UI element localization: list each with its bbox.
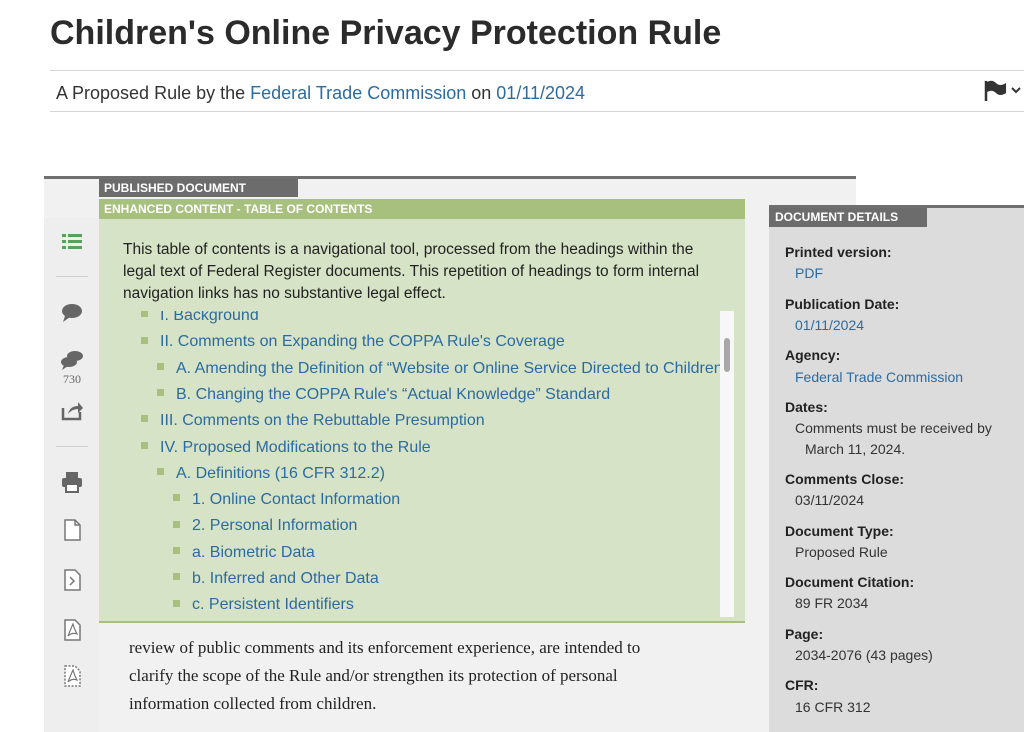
body-line: clarify the scope of the Rule and/or str… — [129, 666, 618, 685]
comments-close-label: Comments Close: — [785, 471, 905, 487]
document-tools-sidebar: 730 — [44, 218, 99, 732]
document-body-text: review of public comments and its enforc… — [129, 634, 709, 718]
document-citation-label: Document Citation: — [785, 574, 915, 590]
toc-item-label: B. Changing the COPPA Rule's “Actual Kno… — [176, 385, 611, 403]
flag-icon[interactable] — [982, 79, 1022, 103]
toc-bullet-icon — [141, 336, 148, 344]
public-comments-icon[interactable] — [60, 348, 84, 372]
toc-bullet-icon — [141, 441, 148, 449]
toc-item[interactable]: II. Comments on Expanding the COPPA Rule… — [141, 333, 565, 351]
published-document-tab[interactable]: PUBLISHED DOCUMENT — [99, 179, 298, 197]
sidebar-divider — [56, 446, 88, 447]
toc-item[interactable]: I. Background — [141, 311, 259, 325]
toc-item[interactable]: A. Amending the Definition of “Website o… — [157, 360, 721, 378]
toc-item-label: 1. Online Contact Information — [192, 491, 401, 509]
toc-bullet-icon — [141, 415, 148, 423]
toc-scrollbar[interactable] — [720, 311, 734, 617]
toc-bullet-icon — [157, 468, 164, 476]
cfr-label: CFR: — [785, 677, 819, 693]
toc-item-label: A. Definitions (16 CFR 312.2) — [176, 464, 385, 482]
table-of-contents-icon[interactable] — [60, 230, 84, 254]
publication-date-value[interactable]: 01/11/2024 — [795, 315, 864, 335]
enhanced-content-header: ENHANCED CONTENT - TABLE OF CONTENTS — [99, 199, 745, 219]
toc-bullet-icon — [157, 389, 164, 397]
pdf-link[interactable]: PDF — [795, 263, 823, 283]
comment-count: 730 — [63, 372, 81, 386]
comment-icon[interactable] — [60, 300, 84, 324]
toc-list[interactable]: I. Background II. Comments on Expanding t… — [99, 311, 721, 617]
subtitle-prefix: A Proposed Rule by the — [56, 83, 246, 103]
share-icon[interactable] — [60, 398, 84, 422]
toc-item[interactable]: III. Comments on the Rebuttable Presumpt… — [141, 412, 485, 430]
toc-bullet-icon — [173, 573, 180, 581]
toc-item[interactable]: a. Biometric Data — [173, 544, 315, 562]
document-type-value: Proposed Rule — [795, 544, 888, 560]
comments-close-value: 03/11/2024 — [795, 492, 865, 508]
toc-bullet-icon — [173, 520, 180, 528]
toc-item-label: I. Background — [160, 311, 259, 324]
toc-scrollbar-thumb[interactable] — [724, 338, 730, 372]
agency-label: Agency: — [785, 347, 841, 363]
toc-item-label: III. Comments on the Rebuttable Presumpt… — [160, 412, 485, 430]
subtitle: A Proposed Rule by the Federal Trade Com… — [56, 83, 585, 104]
printed-version-label: Printed version: — [785, 244, 892, 260]
toc-bullet-icon — [173, 546, 180, 554]
toc-item[interactable]: 2. Personal Information — [173, 517, 357, 535]
dates-value: Comments must be received by — [795, 420, 992, 436]
publication-date-link[interactable]: 01/11/2024 — [496, 83, 585, 103]
pdf-icon[interactable] — [60, 618, 84, 642]
toc-item-label: IV. Proposed Modifications to the Rule — [160, 438, 431, 456]
toc-item-label: 2. Personal Information — [192, 517, 358, 535]
toc-item[interactable]: B. Changing the COPPA Rule's “Actual Kno… — [157, 386, 610, 404]
toc-item-label: A. Amending the Definition of “Website o… — [176, 359, 721, 377]
agency-link[interactable]: Federal Trade Commission — [250, 83, 466, 103]
toc-bullet-icon — [173, 599, 180, 607]
toc-item-label: b. Inferred and Other Data — [192, 570, 379, 587]
toc-item[interactable]: 1. Online Contact Information — [173, 491, 400, 509]
dates-label: Dates: — [785, 399, 828, 415]
document-reader-icon[interactable] — [60, 568, 84, 592]
toc-bullet-icon — [141, 311, 148, 318]
toc-item[interactable]: b. Inferred and Other Data — [173, 570, 379, 588]
toc-bullet-icon — [157, 362, 164, 370]
body-line: review of public comments and its enforc… — [129, 638, 641, 657]
toc-item-label: a. Biometric Data — [192, 543, 315, 561]
print-icon[interactable] — [60, 470, 84, 494]
document-citation-value: 89 FR 2034 — [795, 595, 869, 611]
document-icon[interactable] — [60, 518, 84, 542]
table-of-contents-panel: This table of contents is a navigational… — [99, 219, 745, 623]
toc-disclaimer: This table of contents is a navigational… — [123, 241, 700, 302]
document-details-tab: DOCUMENT DETAILS — [769, 208, 927, 227]
page-label: Page: — [785, 626, 824, 642]
toc-item[interactable]: c. Persistent Identifiers — [173, 596, 354, 614]
dates-value: March 11, 2024. — [805, 441, 906, 457]
toc-item-label: c. Persistent Identifiers — [192, 596, 354, 614]
toc-bullet-icon — [173, 494, 180, 502]
document-type-label: Document Type: — [785, 523, 894, 539]
public-inspection-pdf-icon[interactable] — [60, 664, 84, 688]
agency-value-link[interactable]: Federal Trade Commission — [795, 367, 963, 387]
cfr-value: 16 CFR 312 — [795, 699, 871, 715]
body-line: information collected from children. — [129, 694, 377, 713]
sidebar-divider — [56, 276, 88, 277]
publication-date-label: Publication Date: — [785, 296, 900, 312]
toc-item-label: II. Comments on Expanding the COPPA Rule… — [160, 333, 565, 351]
toc-item[interactable]: A. Definitions (16 CFR 312.2) — [157, 465, 385, 483]
subtitle-bar: A Proposed Rule by the Federal Trade Com… — [50, 70, 1024, 112]
toc-item[interactable]: IV. Proposed Modifications to the Rule — [141, 439, 431, 457]
subtitle-on: on — [471, 83, 492, 103]
page-title: Children's Online Privacy Protection Rul… — [50, 14, 722, 52]
page-value: 2034-2076 (43 pages) — [795, 647, 933, 663]
